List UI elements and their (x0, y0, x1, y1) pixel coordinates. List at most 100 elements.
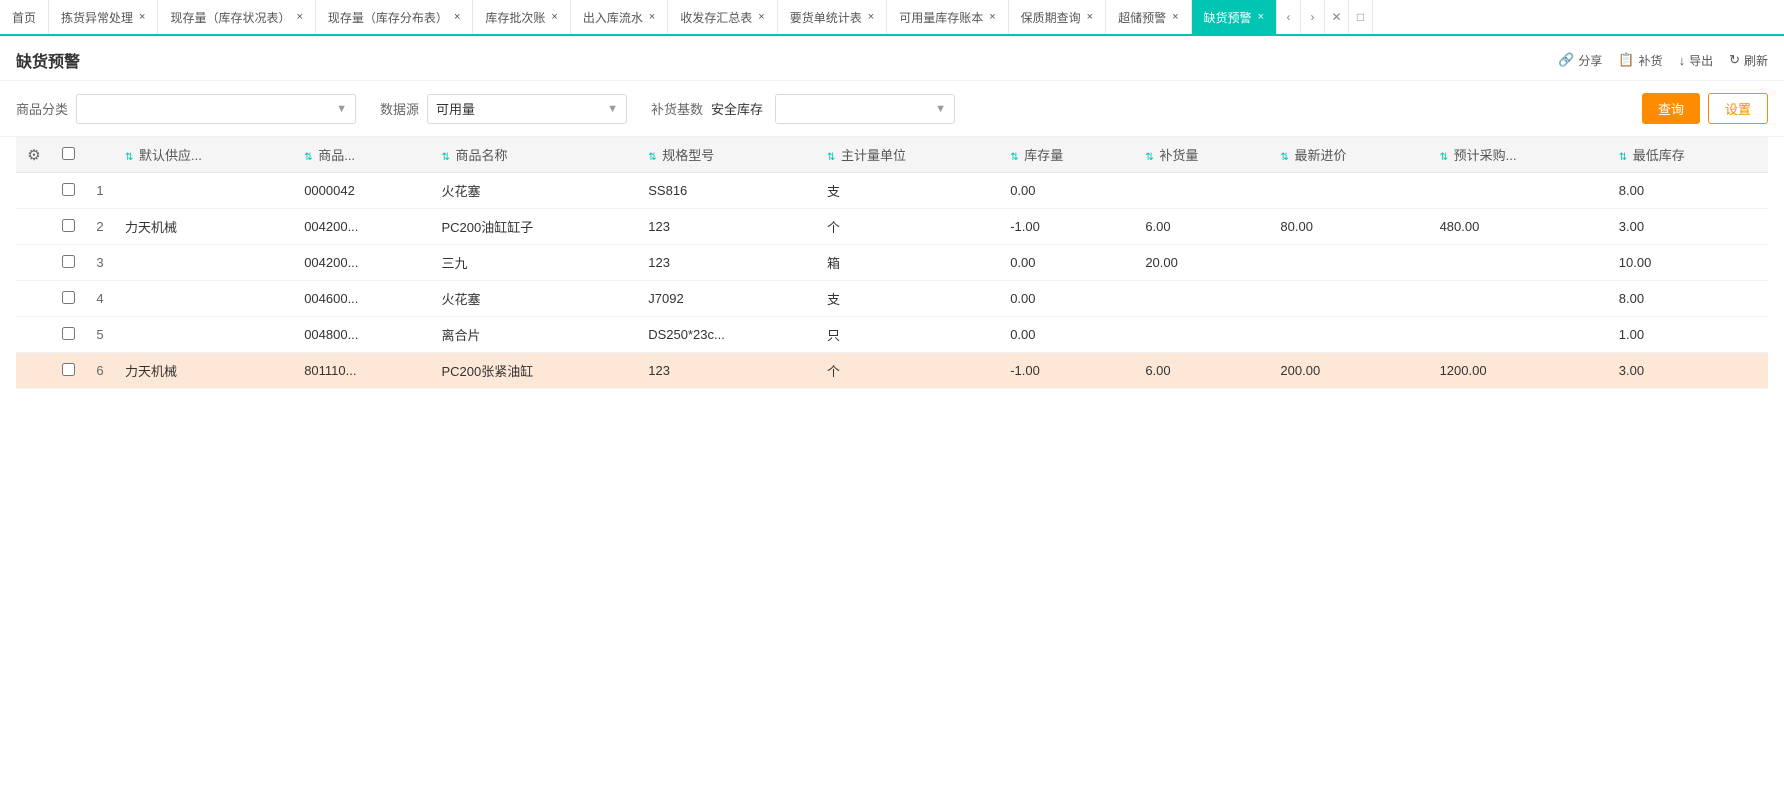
column-est-purchase[interactable]: ⇅ 预计采购... (1430, 137, 1609, 173)
row-min-4: 1.00 (1609, 317, 1768, 353)
replenish-label: 补货 (1639, 52, 1663, 69)
tab-demand-close[interactable]: × (868, 11, 874, 23)
tab-inventory-status[interactable]: 现存量（库存状况表） × (158, 0, 315, 34)
sort-icon-code: ⇅ (304, 152, 312, 163)
row-stock-0: 0.00 (1000, 173, 1135, 209)
row-price-4 (1270, 317, 1429, 353)
row-checkbox-cell-2[interactable] (52, 245, 85, 281)
row-spec-1: 123 (638, 209, 817, 245)
row-replenish-5: 6.00 (1135, 353, 1270, 389)
row-supplier-1: 力天机械 (115, 209, 294, 245)
replenish-base-select[interactable]: ▼ (775, 94, 955, 124)
tab-flow-label: 出入库流水 (583, 9, 643, 26)
row-est-0 (1430, 173, 1609, 209)
row-checkbox-3[interactable] (62, 291, 75, 304)
sort-icon-price: ⇅ (1280, 152, 1288, 163)
tab-collect[interactable]: 收发存汇总表 × (668, 0, 777, 34)
row-checkbox-1[interactable] (62, 219, 75, 232)
row-price-1: 80.00 (1270, 209, 1429, 245)
datasource-select[interactable]: 可用量 ▼ (427, 94, 627, 124)
tab-demand[interactable]: 要货单统计表 × (778, 0, 887, 34)
table-row: 6 力天机械 801110... PC200张紧油缸 123 个 -1.00 6… (16, 353, 1768, 389)
column-stock[interactable]: ⇅ 库存量 (1000, 137, 1135, 173)
tab-inventory-dist-close[interactable]: × (454, 11, 460, 23)
row-replenish-2: 20.00 (1135, 245, 1270, 281)
tab-abnormal[interactable]: 拣货异常处理 × (49, 0, 158, 34)
filter-group-replenish-base: 补货基数 安全库存 ▼ (651, 94, 955, 124)
row-est-3 (1430, 281, 1609, 317)
tab-inventory-dist[interactable]: 现存量（库存分布表） × (316, 0, 473, 34)
sort-icon-name: ⇅ (442, 152, 450, 163)
sort-icon-min: ⇅ (1619, 152, 1627, 163)
tab-inventory-status-close[interactable]: × (296, 11, 302, 23)
column-latest-price[interactable]: ⇅ 最新进价 (1270, 137, 1429, 173)
table-row: 5 004800... 离合片 DS250*23c... 只 0.00 1.00 (16, 317, 1768, 353)
tab-flow-close[interactable]: × (649, 11, 655, 23)
share-button[interactable]: 🔗 分享 (1558, 52, 1602, 69)
column-min-stock[interactable]: ⇅ 最低库存 (1609, 137, 1768, 173)
row-unit-5: 个 (817, 353, 1000, 389)
datasource-chevron-icon: ▼ (607, 103, 618, 115)
tab-batch-close[interactable]: × (551, 11, 557, 23)
column-product-code[interactable]: ⇅ 商品... (294, 137, 431, 173)
column-unit[interactable]: ⇅ 主计量单位 (817, 137, 1000, 173)
refresh-label: 刷新 (1744, 52, 1768, 69)
row-supplier-3 (115, 281, 294, 317)
tab-nav-prev[interactable]: ‹ (1277, 0, 1301, 34)
tab-overstock[interactable]: 超储预警 × (1106, 0, 1191, 34)
column-checkbox[interactable] (52, 137, 85, 173)
tab-abnormal-close[interactable]: × (139, 11, 145, 23)
row-stock-3: 0.00 (1000, 281, 1135, 317)
row-checkbox-cell-0[interactable] (52, 173, 85, 209)
row-supplier-4 (115, 317, 294, 353)
tab-nav-next[interactable]: › (1301, 0, 1325, 34)
filter-row: 商品分类 ▼ 数据源 可用量 ▼ 补货基数 安全库存 ▼ 查询 设置 (0, 81, 1784, 137)
row-checkbox-2[interactable] (62, 255, 75, 268)
tab-expiry[interactable]: 保质期查询 × (1009, 0, 1106, 34)
row-code-4: 004800... (294, 317, 431, 353)
row-spec-3: J7092 (638, 281, 817, 317)
row-checkbox-cell-1[interactable] (52, 209, 85, 245)
tab-available[interactable]: 可用量库存账本 × (887, 0, 1008, 34)
row-gear-0 (16, 173, 52, 209)
tab-shortage[interactable]: 缺货预警 × (1192, 0, 1277, 34)
column-spec[interactable]: ⇅ 规格型号 (638, 137, 817, 173)
row-checkbox-4[interactable] (62, 327, 75, 340)
tab-overstock-close[interactable]: × (1172, 11, 1178, 23)
row-num-5: 6 (85, 353, 115, 389)
replenish-button[interactable]: 📋 补货 (1618, 52, 1662, 69)
column-product-name[interactable]: ⇅ 商品名称 (432, 137, 639, 173)
tab-maximize[interactable]: □ (1349, 0, 1373, 34)
row-checkbox-5[interactable] (62, 363, 75, 376)
column-default-supplier[interactable]: ⇅ 默认供应... (115, 137, 294, 173)
tab-collect-close[interactable]: × (758, 11, 764, 23)
settings-button[interactable]: 设置 (1708, 93, 1768, 124)
tab-flow[interactable]: 出入库流水 × (571, 0, 668, 34)
page-header: 缺货预警 🔗 分享 📋 补货 ↓ 导出 ↻ 刷新 (0, 36, 1784, 81)
tab-batch[interactable]: 库存批次账 × (473, 0, 570, 34)
table-row: 1 0000042 火花塞 SS816 支 0.00 8.00 (16, 173, 1768, 209)
sort-icon-stock: ⇅ (1010, 152, 1018, 163)
tab-available-close[interactable]: × (989, 11, 995, 23)
row-replenish-3 (1135, 281, 1270, 317)
row-replenish-0 (1135, 173, 1270, 209)
row-min-0: 8.00 (1609, 173, 1768, 209)
row-checkbox-cell-4[interactable] (52, 317, 85, 353)
refresh-button[interactable]: ↻ 刷新 (1729, 52, 1768, 69)
tab-home[interactable]: 首页 (0, 0, 49, 34)
gear-icon[interactable]: ⚙ (27, 147, 40, 164)
column-replenish[interactable]: ⇅ 补货量 (1135, 137, 1270, 173)
row-checkbox-cell-5[interactable] (52, 353, 85, 389)
export-button[interactable]: ↓ 导出 (1679, 52, 1714, 69)
select-all-checkbox[interactable] (62, 147, 75, 160)
column-gear[interactable]: ⚙ (16, 137, 52, 173)
tab-close-all[interactable]: ✕ (1325, 0, 1349, 34)
query-button[interactable]: 查询 (1642, 93, 1700, 124)
category-select[interactable]: ▼ (76, 94, 356, 124)
row-checkbox-0[interactable] (62, 183, 75, 196)
row-min-1: 3.00 (1609, 209, 1768, 245)
row-checkbox-cell-3[interactable] (52, 281, 85, 317)
tab-shortage-close[interactable]: × (1258, 11, 1264, 23)
column-num (85, 137, 115, 173)
tab-expiry-close[interactable]: × (1087, 11, 1093, 23)
